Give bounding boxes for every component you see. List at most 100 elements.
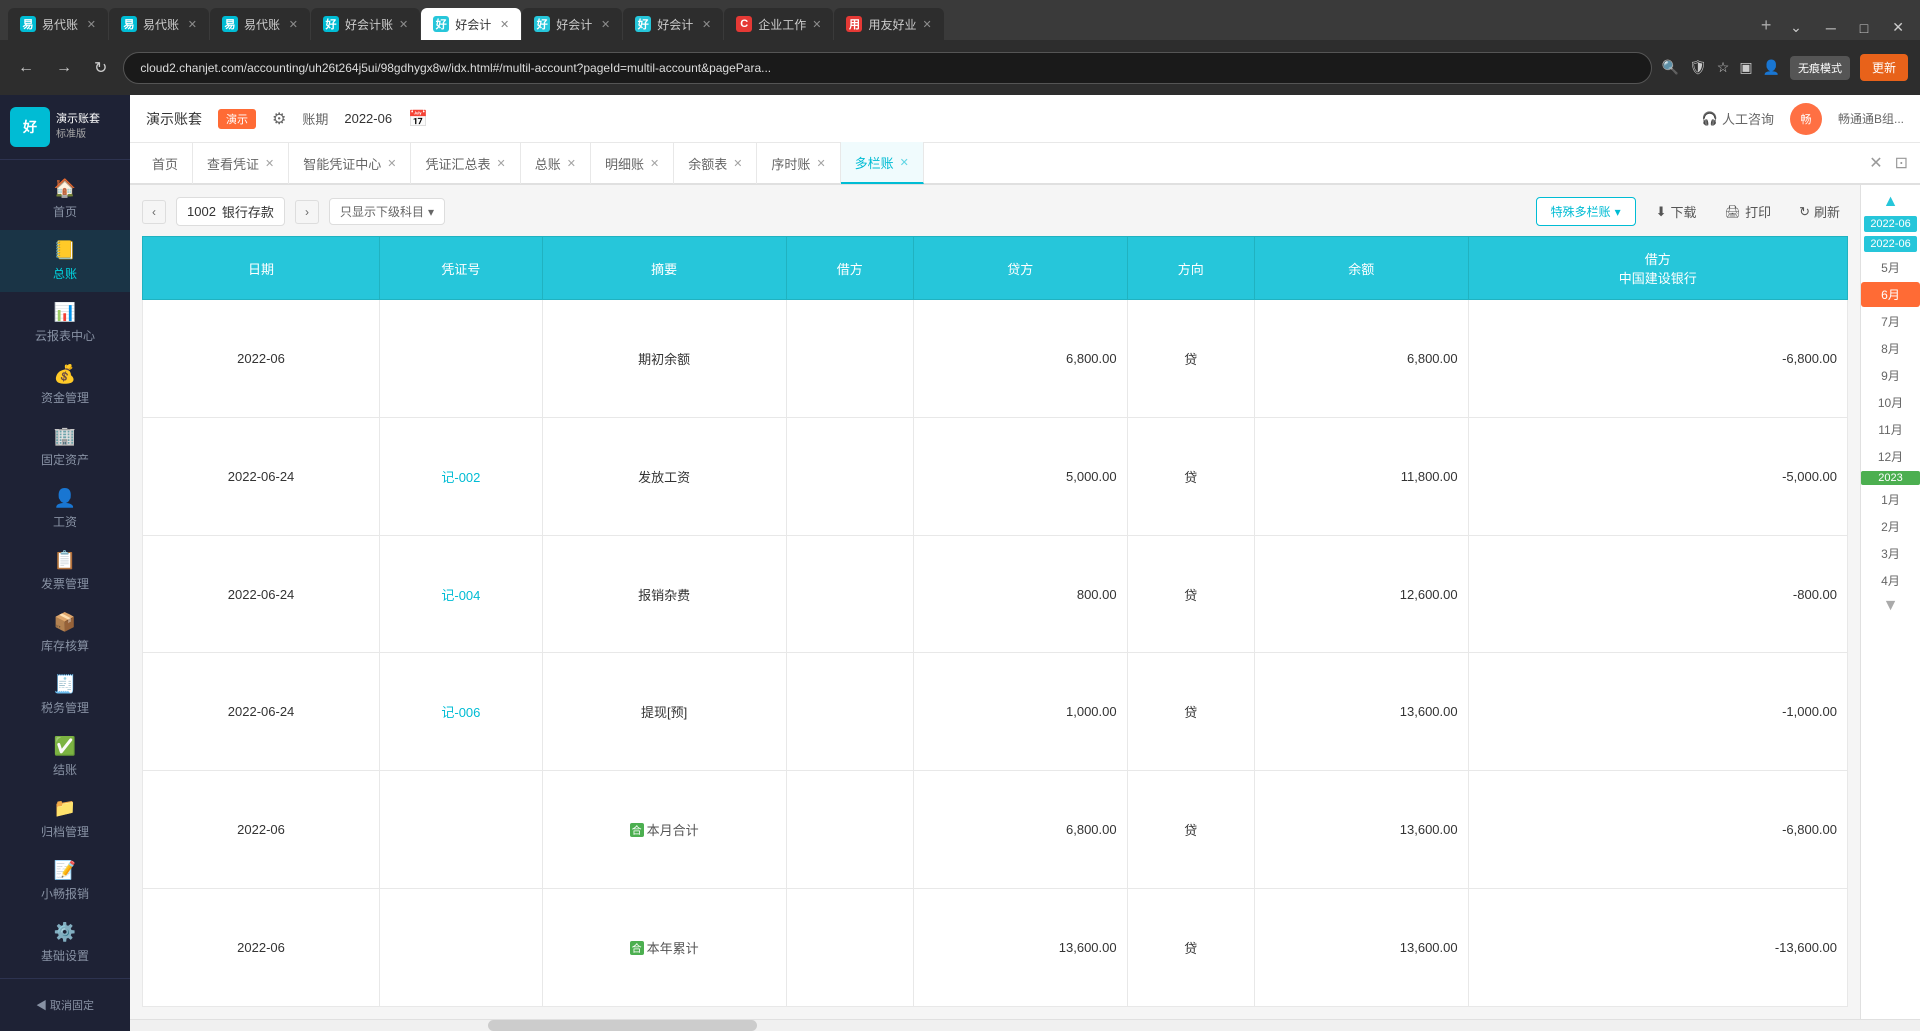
tab-list-button[interactable]: ⌄ — [1782, 15, 1810, 40]
search-icon[interactable]: 🔍 — [1662, 59, 1679, 76]
extra-cell: -6,800.00 — [1468, 771, 1847, 889]
page-tab-查看凭证[interactable]: 查看凭证 ✕ — [193, 142, 289, 184]
month-item-12月[interactable]: 12月 — [1861, 444, 1920, 469]
page-tab-多栏账[interactable]: 多栏账 ✕ — [841, 142, 924, 184]
sidebar-icon: 🏢 — [54, 426, 76, 447]
settings-icon[interactable]: ⚙ — [272, 109, 286, 129]
download-button[interactable]: ⬇ 下载 — [1648, 198, 1705, 225]
shield-icon[interactable]: 🛡 — [1689, 59, 1707, 76]
refresh-nav-button[interactable]: ↻ — [88, 54, 113, 82]
date-cell: 2022-06 — [143, 300, 380, 418]
calendar-icon[interactable]: 📅 — [408, 109, 428, 129]
browser-tab-t1[interactable]: 易 易代账 ✕ — [8, 8, 108, 40]
table-row: 2022-06-24 记-002 发放工资 5,000.00 贷 11,800.… — [143, 417, 1848, 535]
browser-tab-t9[interactable]: 用 用友好业 ✕ — [834, 8, 943, 40]
new-tab-button[interactable]: + — [1751, 10, 1781, 40]
sidebar-fix-button[interactable]: ◀ 取消固定 — [0, 989, 130, 1021]
logo-text: 演示账套 标准版 — [56, 112, 100, 141]
maximize-button[interactable]: □ — [1852, 16, 1876, 40]
voucher-link[interactable]: 记-004 — [380, 535, 543, 653]
month-item-5月[interactable]: 5月 — [1861, 255, 1920, 280]
month-item-6月[interactable]: 6月 — [1861, 282, 1920, 307]
print-button[interactable]: 🖨 打印 — [1717, 198, 1780, 225]
col-voucher: 凭证号 — [380, 237, 543, 300]
ledger-area: ‹ 1002 银行存款 › 只显示下级科目 ▾ 特殊多栏账 ▾ — [130, 185, 1920, 1019]
right-sidebar: ▲ 2022-062022-065月6月7月8月9月10月11月12月20231… — [1860, 185, 1920, 1019]
browser-tab-t3[interactable]: 易 易代账 ✕ — [210, 8, 310, 40]
sidebar-item-小畅报销[interactable]: 📝 小畅报销 — [0, 850, 130, 912]
sidebar-item-总账[interactable]: 📒 总账 — [0, 230, 130, 292]
page-tab-总账[interactable]: 总账 ✕ — [521, 142, 591, 184]
month-item-1月[interactable]: 1月 — [1861, 487, 1920, 512]
voucher-cell — [380, 889, 543, 1007]
address-input[interactable]: cloud2.chanjet.com/accounting/uh26t264j5… — [123, 52, 1651, 84]
sidebar-item-发票管理[interactable]: 📋 发票管理 — [0, 540, 130, 602]
sidebar-item-归档管理[interactable]: 📁 归档管理 — [0, 788, 130, 850]
page-tab-凭证汇总表[interactable]: 凭证汇总表 ✕ — [411, 142, 520, 184]
calendar-down-button[interactable]: ▼ — [1883, 597, 1899, 615]
voucher-link[interactable]: 记-002 — [380, 417, 543, 535]
sidebar-item-结账[interactable]: ✅ 结账 — [0, 726, 130, 788]
update-button[interactable]: 更新 — [1860, 54, 1908, 81]
scrollbar-thumb[interactable] — [488, 1020, 757, 1031]
month-item-9月[interactable]: 9月 — [1861, 363, 1920, 388]
forward-button[interactable]: → — [50, 55, 78, 81]
sidebar-icon: 🏠 — [54, 178, 76, 199]
month-item-3月[interactable]: 3月 — [1861, 541, 1920, 566]
window-icon[interactable]: ▣ — [1739, 59, 1752, 76]
star-icon[interactable]: ☆ — [1717, 59, 1730, 76]
next-account-button[interactable]: › — [295, 200, 319, 224]
balance-cell: 13,600.00 — [1254, 889, 1468, 1007]
col-credit: 贷方 — [913, 237, 1127, 300]
page-tab-明细账[interactable]: 明细账 ✕ — [591, 142, 674, 184]
month-item-10月[interactable]: 10月 — [1861, 390, 1920, 415]
browser-tab-t4[interactable]: 好 好会计账 ✕ — [311, 8, 420, 40]
sidebar-item-基础设置[interactable]: ⚙️ 基础设置 — [0, 912, 130, 974]
back-button[interactable]: ← — [12, 55, 40, 81]
browser-tab-t5[interactable]: 好 好会计 ✕ — [421, 8, 521, 40]
month-item-4月[interactable]: 4月 — [1861, 568, 1920, 593]
horizontal-scrollbar[interactable] — [130, 1019, 1920, 1031]
sidebar-item-云报表中心[interactable]: 📊 云报表中心 — [0, 292, 130, 354]
sidebar-item-首页[interactable]: 🏠 首页 — [0, 168, 130, 230]
close-tab-icon[interactable]: ✕ — [1865, 149, 1886, 177]
voucher-link[interactable]: 记-006 — [380, 653, 543, 771]
page-tab-余额表[interactable]: 余额表 ✕ — [674, 142, 757, 184]
browser-tab-t2[interactable]: 易 易代账 ✕ — [109, 8, 209, 40]
page-tab-序时账[interactable]: 序时账 ✕ — [757, 142, 840, 184]
sidebar-item-库存核算[interactable]: 📦 库存核算 — [0, 602, 130, 664]
sidebar-item-工资[interactable]: 👤 工资 — [0, 478, 130, 540]
extra-cell: -1,000.00 — [1468, 653, 1847, 771]
extra-cell: -6,800.00 — [1468, 300, 1847, 418]
calendar-up-button[interactable]: ▲ — [1883, 193, 1899, 211]
prev-account-button[interactable]: ‹ — [142, 200, 166, 224]
month-item-7月[interactable]: 7月 — [1861, 309, 1920, 334]
month-item-11月[interactable]: 11月 — [1861, 417, 1920, 442]
minimize-button[interactable]: ─ — [1818, 16, 1844, 40]
browser-tab-t7[interactable]: 好 好会计 ✕ — [623, 8, 723, 40]
refresh-ledger-button[interactable]: ↻ 刷新 — [1791, 198, 1848, 225]
special-columns-button[interactable]: 特殊多栏账 ▾ — [1536, 197, 1636, 226]
app-layout: 好 演示账套 标准版 🏠 首页 📒 总账 📊 云报表中心 💰 资金管理 🏢 固定… — [0, 95, 1920, 1031]
expand-tab-icon[interactable]: ⊡ — [1891, 149, 1912, 177]
consult-button[interactable]: 🎧 人工咨询 — [1702, 109, 1774, 128]
table-row: 2022-06-24 记-006 提现[预] 1,000.00 贷 13,600… — [143, 653, 1848, 771]
browser-tab-t6[interactable]: 好 好会计 ✕ — [522, 8, 622, 40]
profile-icon[interactable]: 👤 — [1763, 59, 1780, 76]
account-chip[interactable]: 1002 银行存款 — [176, 197, 285, 226]
demo-badge[interactable]: 演示 — [218, 109, 256, 129]
page-tab-首页[interactable]: 首页 — [138, 142, 193, 184]
browser-tab-t8[interactable]: C 企业工作 ✕ — [724, 8, 833, 40]
col-date: 日期 — [143, 237, 380, 300]
page-tab-智能凭证中心[interactable]: 智能凭证中心 ✕ — [289, 142, 411, 184]
ledger-table: 日期 凭证号 摘要 借方 贷方 方向 余额 借方 中国建设银行 — [142, 236, 1848, 1007]
close-button[interactable]: ✕ — [1884, 15, 1912, 40]
sidebar-item-固定资产[interactable]: 🏢 固定资产 — [0, 416, 130, 478]
sidebar-item-税务管理[interactable]: 🧾 税务管理 — [0, 664, 130, 726]
debit-cell — [786, 889, 913, 1007]
incognito-button[interactable]: 无痕模式 — [1790, 56, 1850, 80]
month-item-8月[interactable]: 8月 — [1861, 336, 1920, 361]
month-item-2月[interactable]: 2月 — [1861, 514, 1920, 539]
sidebar-item-资金管理[interactable]: 💰 资金管理 — [0, 354, 130, 416]
filter-select[interactable]: 只显示下级科目 ▾ — [329, 198, 445, 225]
